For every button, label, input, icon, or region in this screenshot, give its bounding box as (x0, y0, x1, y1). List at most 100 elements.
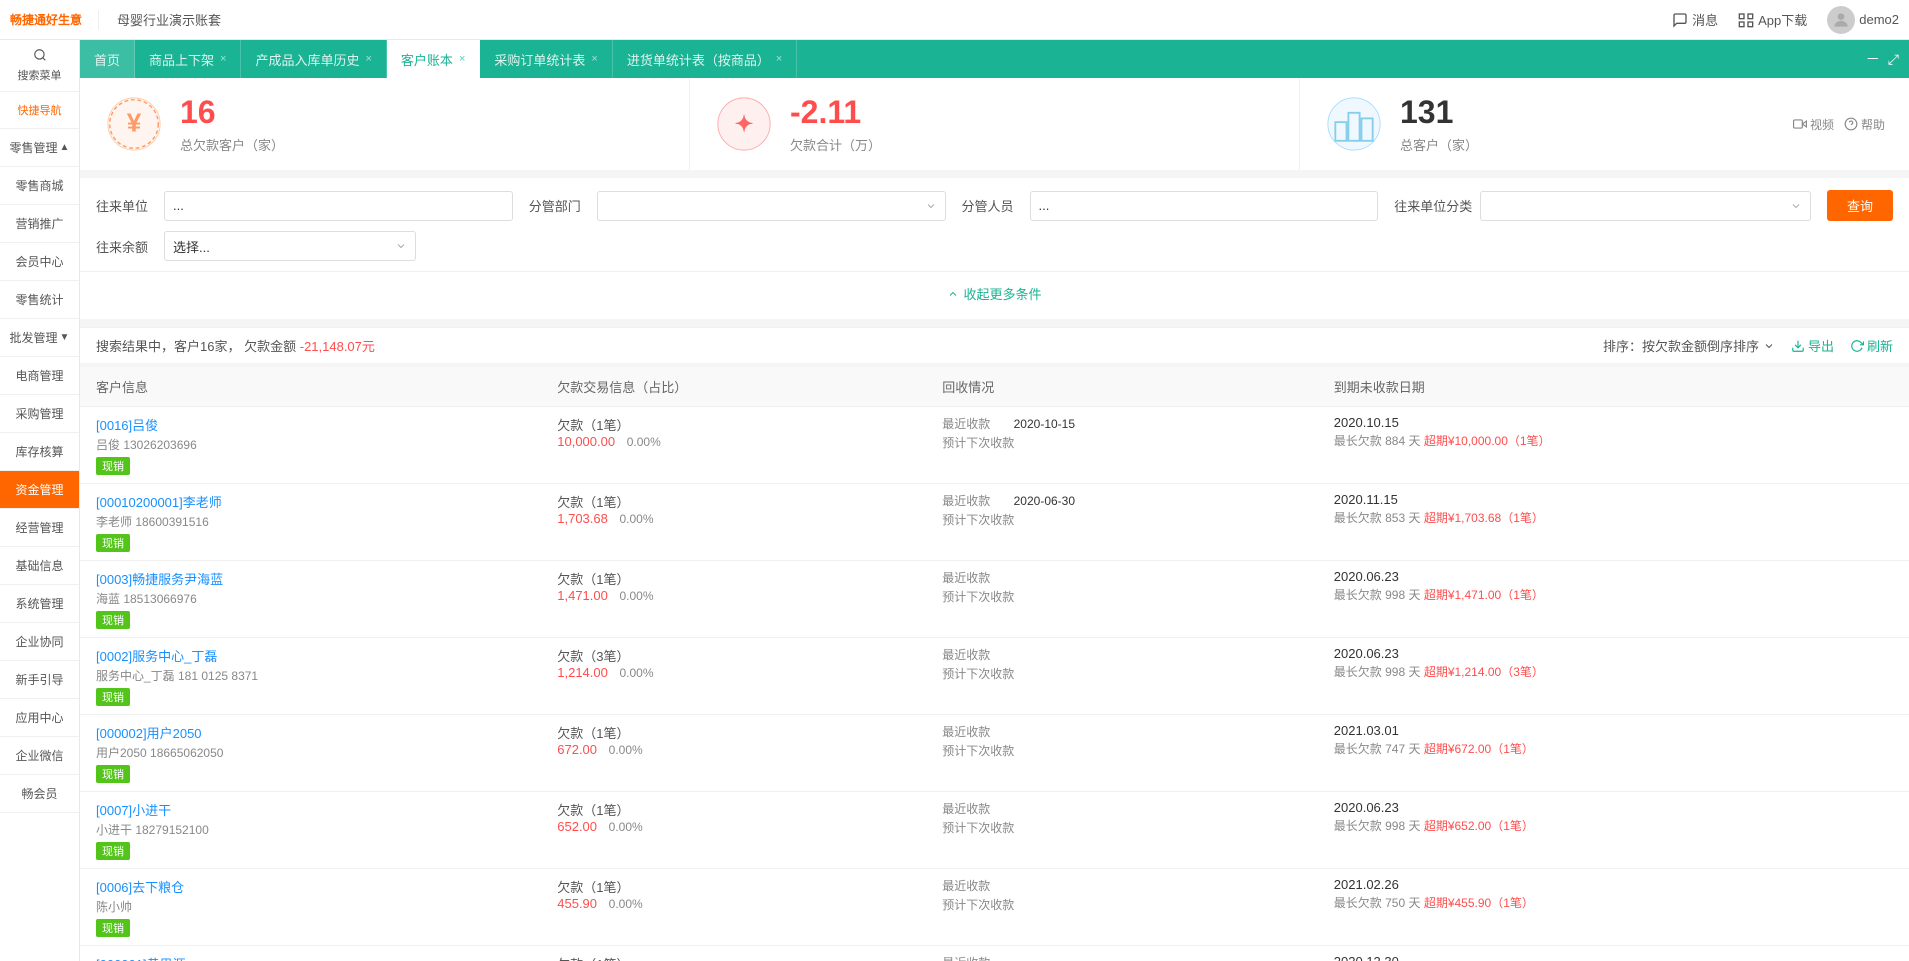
tab-product-listing[interactable]: 商品上下架 × (135, 40, 241, 78)
overdue-link-1[interactable]: 超期¥1,703.68（1笔） (1424, 511, 1544, 525)
refresh-btn[interactable]: 刷新 (1850, 336, 1893, 355)
user-area[interactable]: demo2 (1827, 6, 1899, 34)
sidebar-item-app-center[interactable]: 应用中心 (0, 699, 79, 737)
filter-row-2: 往来余额 选择... (96, 231, 1893, 261)
tab-customer-account[interactable]: 客户账本 × (387, 40, 480, 78)
customer-name-2[interactable]: [0003]畅捷服务尹海蓝 (96, 569, 525, 588)
svg-text:¥: ¥ (127, 107, 142, 137)
customer-phone-5: 小进干 18279152100 (96, 821, 525, 838)
tab-minimize-btn[interactable]: － (1866, 49, 1880, 69)
manager-dots: ... (1039, 198, 1050, 213)
customer-phone-1: 李老师 18600391516 (96, 513, 525, 530)
customer-name-0[interactable]: [0016]吕俊 (96, 415, 525, 434)
debt-count-5: 欠款（1笔） (557, 800, 910, 819)
customer-name-6[interactable]: [0006]去下粮仓 (96, 877, 525, 896)
debt-count-4: 欠款（1笔） (557, 723, 910, 742)
overdue-days-3: 最长欠款 998 天 超期¥1,214.00（3笔） (1334, 663, 1893, 680)
avatar (1827, 6, 1855, 34)
collection-info-6: 最近收款 (942, 877, 1302, 894)
sidebar-search[interactable]: 搜索菜单 (0, 40, 79, 92)
manager-input[interactable]: ... (1030, 191, 1379, 221)
app-download-btn[interactable]: App下载 (1738, 10, 1807, 29)
debt-amount-0: 10,000.00 0.00% (557, 434, 910, 449)
cell-customer-4: [000002]用户2050 用户2050 18665062050 现销 (80, 715, 541, 792)
table-row: [000002]用户2050 用户2050 18665062050 现销 欠款（… (80, 715, 1909, 792)
cell-debt-1: 欠款（1笔） 1,703.68 0.00% (541, 484, 926, 561)
source-unit-label: 往来单位 (96, 196, 156, 215)
overdue-link-5[interactable]: 超期¥652.00（1笔） (1424, 819, 1534, 833)
debt-count-1: 欠款（1笔） (557, 492, 910, 511)
source-unit-input[interactable]: ... (164, 191, 513, 221)
sidebar-item-operation[interactable]: 经营管理 (0, 509, 79, 547)
sidebar-item-label-retail-stats: 零售统计 (15, 293, 63, 307)
customer-phone-4: 用户2050 18665062050 (96, 744, 525, 761)
sidebar-item-nav[interactable]: 快捷导航 (0, 92, 79, 129)
due-date-3: 2020.06.23 (1334, 646, 1893, 661)
sidebar-item-marketing[interactable]: 营销推广 (0, 205, 79, 243)
latest-date-0: 2020-10-15 (1014, 417, 1075, 431)
sidebar-item-system[interactable]: 系统管理 (0, 585, 79, 623)
cell-collection-0: 最近收款 2020-10-15 预计下次收款 (926, 407, 1318, 484)
sort-select[interactable]: 排序：按欠款金额倒序排序 (1603, 336, 1775, 355)
sidebar-item-member[interactable]: 会员中心 (0, 243, 79, 281)
sidebar-item-retail-stats[interactable]: 零售统计 (0, 281, 79, 319)
search-button[interactable]: 查询 (1827, 190, 1893, 221)
cell-due-7: 2020.12.30 最长欠款 808 天 超期¥429.00（1笔） (1318, 946, 1909, 961)
close-purchase-stats[interactable]: × (776, 53, 782, 65)
sidebar-item-vip[interactable]: 畅会员 (0, 775, 79, 813)
overdue-link-6[interactable]: 超期¥455.90（1笔） (1424, 896, 1534, 910)
balance-select[interactable]: 选择... (164, 231, 416, 261)
stat-info-3: 131 总客户（家） (1400, 94, 1777, 154)
video-btn[interactable]: 视频 (1793, 116, 1834, 133)
cell-debt-7: 欠款（1笔） 429.00 0.00% (541, 946, 926, 961)
dept-select[interactable] (597, 191, 946, 221)
col-debt-info: 欠款交易信息（占比） (541, 367, 926, 407)
customer-name-5[interactable]: [0007]小进干 (96, 800, 525, 819)
overdue-link-2[interactable]: 超期¥1,471.00（1笔） (1424, 588, 1544, 602)
sidebar-item-inventory[interactable]: 库存核算 (0, 433, 79, 471)
chevron-down-category (1790, 200, 1802, 212)
customer-name-4[interactable]: [000002]用户2050 (96, 723, 525, 742)
tab-purchase-stats[interactable]: 进货单统计表（按商品） × (613, 40, 797, 78)
filter-row-1: 往来单位 ... 分管部门 分管人员 (96, 190, 1893, 221)
stat-info-2: -2.11 欠款合计（万） (790, 94, 1275, 154)
unit-category-select[interactable] (1480, 191, 1811, 221)
table-row: [0002]服务中心_丁磊 服务中心_丁磊 181 0125 8371 现销 欠… (80, 638, 1909, 715)
refresh-label: 刷新 (1867, 336, 1893, 355)
overdue-link-0[interactable]: 超期¥10,000.00（1笔） (1424, 434, 1551, 448)
tab-product-history[interactable]: 产成品入库单历史 × (241, 40, 386, 78)
sidebar-item-corp-wechat[interactable]: 企业微信 (0, 737, 79, 775)
sidebar-item-label-app-center: 应用中心 (15, 711, 63, 725)
sidebar-item-purchase[interactable]: 采购管理 (0, 395, 79, 433)
sidebar-item-newbie[interactable]: 新手引导 (0, 661, 79, 699)
sidebar-item-basic-info[interactable]: 基础信息 (0, 547, 79, 585)
sidebar-item-enterprise[interactable]: 企业协同 (0, 623, 79, 661)
customer-name-7[interactable]: [000001]黄思源 (96, 954, 525, 961)
latest-date-1: 2020-06-30 (1014, 494, 1075, 508)
sidebar-item-batch-mgmt[interactable]: 批发管理 ▼ (0, 319, 79, 357)
customer-name-3[interactable]: [0002]服务中心_丁磊 (96, 646, 525, 665)
close-product-listing[interactable]: × (220, 53, 226, 65)
col-due-date: 到期未收款日期 (1318, 367, 1909, 407)
tab-home[interactable]: 首页 (80, 40, 135, 78)
message-btn[interactable]: 消息 (1672, 10, 1718, 29)
tab-purchase-order[interactable]: 采购订单统计表 × (480, 40, 612, 78)
export-btn[interactable]: 导出 (1791, 336, 1834, 355)
close-customer-account[interactable]: × (459, 53, 465, 65)
tab-maximize-btn[interactable]: ⤢ (1888, 51, 1899, 68)
sidebar-item-ecommerce[interactable]: 电商管理 (0, 357, 79, 395)
cell-customer-0: [0016]吕俊 吕俊 13026203696 现销 (80, 407, 541, 484)
chevron-down-sort (1763, 340, 1775, 352)
overdue-link-3[interactable]: 超期¥1,214.00（3笔） (1424, 665, 1544, 679)
close-product-history[interactable]: × (365, 53, 371, 65)
collapse-button[interactable]: 收起更多条件 (96, 280, 1893, 307)
sidebar-item-retail-store[interactable]: 零售商城 (0, 167, 79, 205)
sidebar-item-retail-mgmt[interactable]: 零售管理 ▲ (0, 129, 79, 167)
collection-info-5: 最近收款 (942, 800, 1302, 817)
overdue-link-4[interactable]: 超期¥672.00（1笔） (1424, 742, 1534, 756)
close-purchase-order[interactable]: × (591, 53, 597, 65)
sidebar-item-finance[interactable]: 资金管理 (0, 471, 79, 509)
customer-name-1[interactable]: [00010200001]李老师 (96, 492, 525, 511)
help-btn[interactable]: 帮助 (1844, 116, 1885, 133)
table-row: [0016]吕俊 吕俊 13026203696 现销 欠款（1笔） 10,000… (80, 407, 1909, 484)
